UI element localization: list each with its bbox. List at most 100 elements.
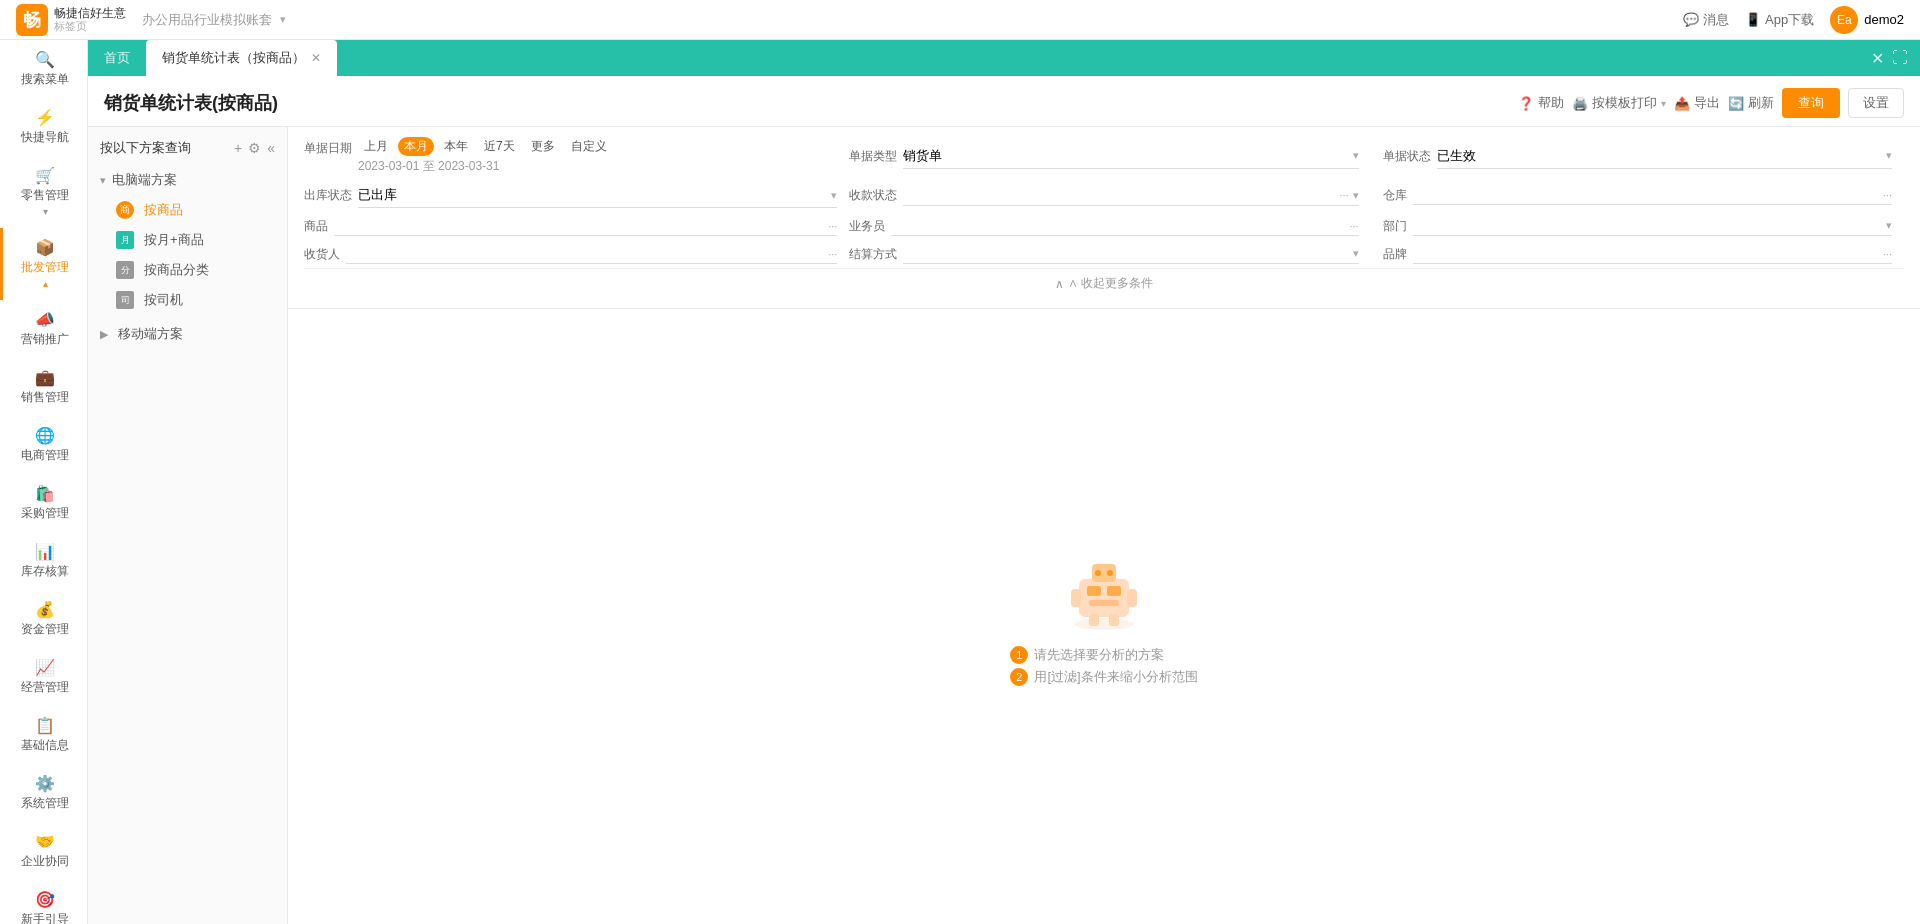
page-header: 销货单统计表(按商品) ❓ 帮助 🖨️ 按模板打印 ▾ 📤 导出 <box>88 76 1920 127</box>
operation-icon: 📈 <box>7 658 83 677</box>
scheme-settings-icon[interactable]: ⚙ <box>248 140 261 156</box>
print-icon: 🖨️ <box>1572 96 1588 111</box>
tab-home[interactable]: 首页 <box>88 40 146 76</box>
sidebar-item-finance[interactable]: 💰 资金管理 <box>0 590 87 648</box>
settlement-select[interactable]: ▾ <box>903 244 1358 264</box>
sidebar-item-basic[interactable]: 📋 基础信息 <box>0 706 87 764</box>
product-input[interactable]: ··· <box>334 217 837 236</box>
sidebar-item-search[interactable]: 🔍 搜索菜单 <box>0 40 87 98</box>
collapse-panel-icon[interactable]: « <box>267 140 275 156</box>
help-button[interactable]: ❓ 帮助 <box>1518 94 1564 112</box>
filter-cell-brand: 品牌 ··· <box>1371 244 1904 264</box>
recipient-input[interactable]: ··· <box>346 245 837 264</box>
export-button[interactable]: 📤 导出 <box>1674 94 1720 112</box>
sidebar-item-ecommerce[interactable]: 🌐 电商管理 <box>0 416 87 474</box>
sidebar-item-cooperation[interactable]: 🤝 企业协同 <box>0 822 87 880</box>
doc-type-label: 单据类型 <box>849 148 897 165</box>
svg-point-0 <box>1074 618 1134 630</box>
collapse-label: ∧ 收起更多条件 <box>1068 275 1153 292</box>
department-label: 部门 <box>1383 218 1407 235</box>
app-selector[interactable]: 办公用品行业模拟账套 <box>142 11 272 29</box>
date-last-month-btn[interactable]: 上月 <box>358 137 394 156</box>
filter-cell-doc-type: 单据类型 销货单 ▾ <box>837 137 1370 175</box>
salesperson-input[interactable]: ··· <box>891 217 1358 236</box>
product-label: 商品 <box>304 218 328 235</box>
search-icon: 🔍 <box>7 50 83 69</box>
warehouse-input[interactable]: ··· <box>1413 186 1892 205</box>
svg-rect-9 <box>1127 589 1137 607</box>
query-button[interactable]: 查询 <box>1782 88 1840 118</box>
date-controls: 上月 本月 本年 近7天 更多 自定义 2023-03-01 至 2023-03… <box>358 137 837 175</box>
sidebar-item-system[interactable]: ⚙️ 系统管理 <box>0 764 87 822</box>
app-download-button[interactable]: 📱 App下载 <box>1745 11 1814 29</box>
page-title: 销货单统计表(按商品) <box>104 91 278 115</box>
tab-close-icon[interactable]: ✕ <box>311 51 321 65</box>
sidebar-item-wholesale[interactable]: 📦 批发管理 ▴ <box>0 228 87 300</box>
recipient-dots-icon[interactable]: ··· <box>828 248 837 260</box>
date-this-month-btn[interactable]: 本月 <box>398 137 434 156</box>
tree-item-by-category[interactable]: 分 按商品分类 <box>88 255 287 285</box>
payment-dots-icon[interactable]: ··· <box>1339 189 1348 201</box>
by-month-label: 按月+商品 <box>144 231 204 249</box>
maximize-window-icon[interactable]: ⛶ <box>1892 49 1908 67</box>
finance-icon: 💰 <box>7 600 83 619</box>
sidebar-item-sales[interactable]: 💼 销售管理 <box>0 358 87 416</box>
brand-dots-icon[interactable]: ··· <box>1883 248 1892 260</box>
svg-rect-2 <box>1087 586 1101 596</box>
doc-type-select[interactable]: 销货单 ▾ <box>903 144 1358 169</box>
print-arrow-icon: ▾ <box>1661 98 1666 109</box>
settings-button[interactable]: 设置 <box>1848 88 1904 118</box>
sidebar-label-marketing: 营销推广 <box>7 331 83 348</box>
tree-expand-icon[interactable]: ▾ <box>100 174 106 187</box>
warehouse-dots-icon[interactable]: ··· <box>1883 189 1892 201</box>
filter-cell-recipient: 收货人 ··· <box>304 244 837 264</box>
date-7days-btn[interactable]: 近7天 <box>478 137 521 156</box>
dropdown-arrow-icon[interactable]: ▾ <box>280 13 286 26</box>
date-this-year-btn[interactable]: 本年 <box>438 137 474 156</box>
add-scheme-icon[interactable]: + <box>234 140 242 156</box>
sidebar-item-operation[interactable]: 📈 经营管理 <box>0 648 87 706</box>
sidebar-label-system: 系统管理 <box>7 795 83 812</box>
tree-mobile-expand-icon[interactable]: ▶ <box>100 328 108 341</box>
retail-expand-icon: ▾ <box>43 206 48 217</box>
payment-select[interactable]: ··· ▾ <box>903 186 1358 206</box>
sidebar-item-marketing[interactable]: 📣 营销推广 <box>0 300 87 358</box>
inventory-icon: 📊 <box>7 542 83 561</box>
warehouse-label: 仓库 <box>1383 187 1407 204</box>
payment-label: 收款状态 <box>849 187 897 204</box>
date-more-btn[interactable]: 更多 <box>525 137 561 156</box>
tree-item-by-printer[interactable]: 司 按司机 <box>88 285 287 315</box>
tree-item-by-product[interactable]: 商 按商品 <box>88 195 287 225</box>
refresh-button[interactable]: 🔄 刷新 <box>1728 94 1774 112</box>
settlement-label: 结算方式 <box>849 246 897 263</box>
department-select[interactable]: ▾ <box>1413 216 1892 236</box>
product-dots-icon[interactable]: ··· <box>828 220 837 232</box>
salesperson-label: 业务员 <box>849 218 885 235</box>
mobile-icon: 📱 <box>1745 12 1761 27</box>
doc-status-select[interactable]: 已生效 ▾ <box>1437 144 1892 169</box>
print-button[interactable]: 🖨️ 按模板打印 ▾ <box>1572 94 1666 112</box>
step-1-text: 请先选择要分析的方案 <box>1034 646 1164 664</box>
sidebar-item-quick-nav[interactable]: ⚡ 快捷导航 <box>0 98 87 156</box>
by-printer-icon: 司 <box>116 291 134 309</box>
brand-input[interactable]: ··· <box>1413 245 1892 264</box>
sidebar-item-guide[interactable]: 🎯 新手引导 <box>0 880 87 924</box>
salesperson-dots-icon[interactable]: ··· <box>1349 220 1358 232</box>
tab-sales-report[interactable]: 销货单统计表（按商品） ✕ <box>146 40 337 76</box>
outbound-select[interactable]: 已出库 ▾ <box>358 183 837 208</box>
date-custom-btn[interactable]: 自定义 <box>565 137 613 156</box>
user-menu[interactable]: Ea demo2 <box>1830 6 1904 34</box>
sidebar-item-retail[interactable]: 🛒 零售管理 ▾ <box>0 156 87 228</box>
message-button[interactable]: 💬 消息 <box>1683 11 1729 29</box>
tree-mobile-group[interactable]: ▶ 移动端方案 <box>88 319 287 349</box>
empty-step-1: 1 请先选择要分析的方案 <box>1010 646 1197 664</box>
basic-icon: 📋 <box>7 716 83 735</box>
collapse-filter-button[interactable]: ∧ ∧ 收起更多条件 <box>304 268 1904 298</box>
settlement-arrow-icon: ▾ <box>1353 247 1359 260</box>
sidebar-label-inventory: 库存核算 <box>7 563 83 580</box>
tree-item-by-month[interactable]: 月 按月+商品 <box>88 225 287 255</box>
close-window-icon[interactable]: ✕ <box>1871 49 1884 68</box>
sidebar-item-purchase[interactable]: 🛍️ 采购管理 <box>0 474 87 532</box>
sidebar-item-inventory[interactable]: 📊 库存核算 <box>0 532 87 590</box>
sidebar-label-purchase: 采购管理 <box>7 505 83 522</box>
